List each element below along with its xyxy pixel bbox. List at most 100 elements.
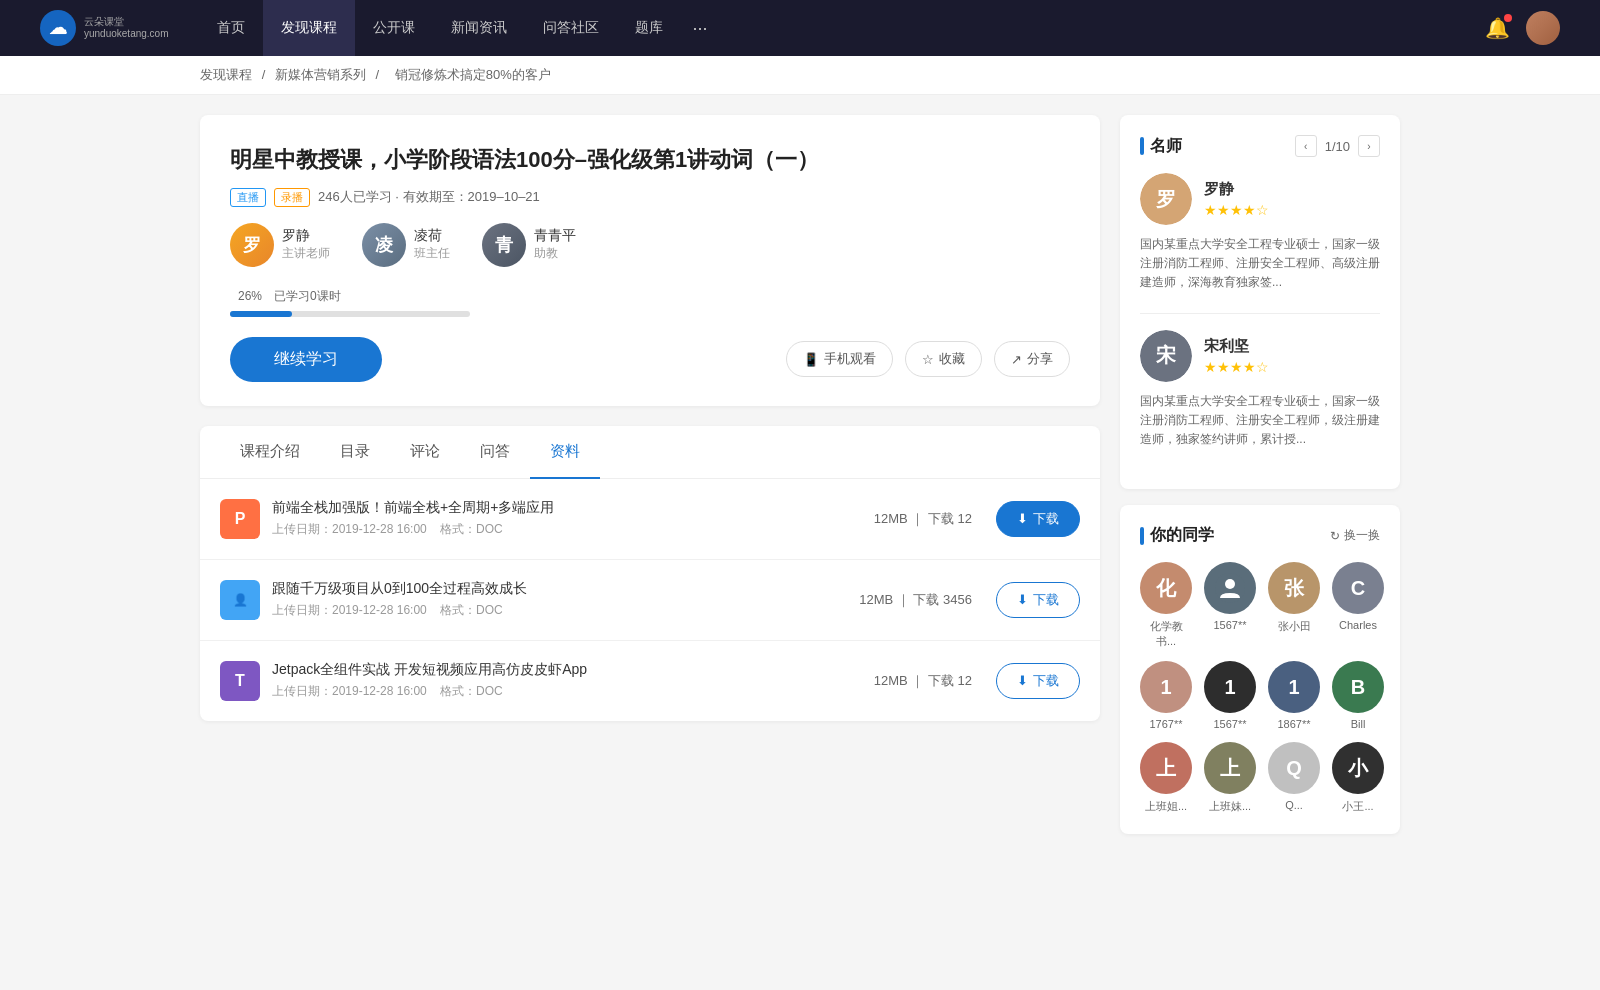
file-meta-3: 上传日期：2019-12-28 16:00 格式：DOC (272, 683, 850, 700)
classmate-1[interactable]: 化 化学教书... (1140, 562, 1192, 649)
classmate-11[interactable]: Q Q... (1268, 742, 1320, 814)
nav-item-discover[interactable]: 发现课程 (263, 0, 355, 56)
nav-item-qa[interactable]: 问答社区 (525, 0, 617, 56)
nav-more-btn[interactable]: ··· (681, 0, 720, 56)
tag-recorded: 录播 (274, 188, 310, 207)
course-title: 明星中教授课，小学阶段语法100分–强化级第1讲动词（一） (230, 145, 1070, 176)
user-avatar[interactable] (1526, 11, 1560, 45)
classmate-8[interactable]: B Bill (1332, 661, 1384, 730)
teacher-3-role: 助教 (534, 245, 576, 262)
teacher-2-role: 班主任 (414, 245, 450, 262)
download-button-1[interactable]: ⬇ 下载 (996, 501, 1080, 537)
logo-sub-text: yunduoketang.com (84, 28, 169, 40)
phone-watch-button[interactable]: 📱 手机观看 (786, 341, 893, 377)
classmate-4-name: Charles (1339, 619, 1377, 631)
teacher-1: 罗 罗静 主讲老师 (230, 223, 330, 267)
nav-item-news[interactable]: 新闻资讯 (433, 0, 525, 56)
classmate-4[interactable]: C Charles (1332, 562, 1384, 649)
classmate-9-avatar: 上 (1140, 742, 1192, 794)
sidebar-teachers-title: 名师 (1140, 136, 1182, 157)
sidebar-teacher-1-name: 罗静 (1204, 180, 1269, 199)
teacher-1-name: 罗静 (282, 227, 330, 245)
nav-item-home[interactable]: 首页 (199, 0, 263, 56)
download-button-2[interactable]: ⬇ 下载 (996, 582, 1080, 618)
nav-item-quiz[interactable]: 题库 (617, 0, 681, 56)
logo-text: 云朵课堂 yunduoketang.com (84, 16, 169, 40)
classmate-5[interactable]: 1 1767** (1140, 661, 1192, 730)
refresh-icon: ↻ (1330, 529, 1340, 543)
tab-qa[interactable]: 问答 (460, 426, 530, 479)
file-info-2: 跟随千万级项目从0到100全过程高效成长 上传日期：2019-12-28 16:… (272, 580, 835, 619)
file-item-2: 👤 跟随千万级项目从0到100全过程高效成长 上传日期：2019-12-28 1… (200, 560, 1100, 641)
logo-icon: ☁ (40, 10, 76, 46)
teacher-2-name: 凌荷 (414, 227, 450, 245)
progress-pct: 26% (238, 289, 262, 303)
phone-icon: 📱 (803, 352, 819, 367)
sidebar-classmates-card: 你的同学 ↻ 换一换 化 化学教书... 1567** (1120, 505, 1400, 834)
classmate-6-avatar: 1 (1204, 661, 1256, 713)
file-date-2: 上传日期：2019-12-28 16:00 (272, 603, 427, 617)
refresh-button[interactable]: ↻ 换一换 (1330, 527, 1380, 544)
tabs-header: 课程介绍 目录 评论 问答 资料 (200, 426, 1100, 479)
bell-button[interactable]: 🔔 (1485, 16, 1510, 40)
file-stats-3: 12MB ｜ 下载 12 (874, 672, 972, 690)
tab-review[interactable]: 评论 (390, 426, 460, 479)
continue-learning-button[interactable]: 继续学习 (230, 337, 382, 382)
nav-right: 🔔 (1485, 11, 1560, 45)
collect-button[interactable]: ☆ 收藏 (905, 341, 982, 377)
classmate-1-name: 化学教书... (1140, 619, 1192, 649)
teachers-next-button[interactable]: › (1358, 135, 1380, 157)
progress-area: 26% 已学习0课时 (230, 287, 1070, 317)
course-meta: 246人已学习 · 有效期至：2019–10–21 (318, 188, 540, 206)
teacher-3: 青 青青平 助教 (482, 223, 576, 267)
classmate-7-avatar: 1 (1268, 661, 1320, 713)
tab-material[interactable]: 资料 (530, 426, 600, 479)
sidebar-teacher-2: 宋 宋利坚 ★★★★☆ 国内某重点大学安全工程专业硕士，国家一级注册消防工程师、… (1140, 330, 1380, 450)
teacher-2: 凌 凌荷 班主任 (362, 223, 450, 267)
file-meta-1: 上传日期：2019-12-28 16:00 格式：DOC (272, 521, 850, 538)
share-button[interactable]: ↗ 分享 (994, 341, 1070, 377)
classmate-10[interactable]: 上 上班妹... (1204, 742, 1256, 814)
sidebar-teacher-2-name: 宋利坚 (1204, 337, 1269, 356)
classmate-9[interactable]: 上 上班姐... (1140, 742, 1192, 814)
file-format-3: 格式：DOC (440, 684, 503, 698)
classmate-3[interactable]: 张 张小田 (1268, 562, 1320, 649)
breadcrumb-current: 销冠修炼术搞定80%的客户 (395, 67, 551, 82)
teacher-2-info: 凌荷 班主任 (414, 227, 450, 262)
classmate-3-avatar: 张 (1268, 562, 1320, 614)
breadcrumb-discover[interactable]: 发现课程 (200, 67, 252, 82)
classmate-5-name: 1767** (1149, 718, 1182, 730)
teachers-prev-button[interactable]: ‹ (1295, 135, 1317, 157)
classmate-7[interactable]: 1 1867** (1268, 661, 1320, 730)
teacher-2-avatar: 凌 (362, 223, 406, 267)
file-name-2: 跟随千万级项目从0到100全过程高效成长 (272, 580, 835, 598)
tab-intro[interactable]: 课程介绍 (220, 426, 320, 479)
share-icon: ↗ (1011, 352, 1022, 367)
tab-catalog[interactable]: 目录 (320, 426, 390, 479)
teacher-1-info: 罗静 主讲老师 (282, 227, 330, 262)
download-icon-1: ⬇ (1017, 511, 1028, 526)
nav-item-open[interactable]: 公开课 (355, 0, 433, 56)
sidebar-teacher-1-desc: 国内某重点大学安全工程专业硕士，国家一级注册消防工程师、注册安全工程师、高级注册… (1140, 235, 1380, 293)
svg-point-1 (1225, 579, 1235, 589)
classmate-11-avatar: Q (1268, 742, 1320, 794)
classmate-12[interactable]: 小 小王... (1332, 742, 1384, 814)
sidebar-teachers-nav: ‹ 1/10 › (1295, 135, 1380, 157)
file-meta-2: 上传日期：2019-12-28 16:00 格式：DOC (272, 602, 835, 619)
classmate-11-name: Q... (1285, 799, 1303, 811)
classmate-5-avatar: 1 (1140, 661, 1192, 713)
classmate-6-name: 1567** (1213, 718, 1246, 730)
download-icon-3: ⬇ (1017, 673, 1028, 688)
tabs-card: 课程介绍 目录 评论 问答 资料 P 前端全栈加强版！前端全栈+全周期+多端应用… (200, 426, 1100, 721)
classmate-6[interactable]: 1 1567** (1204, 661, 1256, 730)
breadcrumb-series[interactable]: 新媒体营销系列 (275, 67, 366, 82)
logo[interactable]: ☁ 云朵课堂 yunduoketang.com (40, 10, 169, 46)
classmate-2[interactable]: 1567** (1204, 562, 1256, 649)
progress-bar-bg (230, 311, 470, 317)
breadcrumb: 发现课程 / 新媒体营销系列 / 销冠修炼术搞定80%的客户 (0, 56, 1600, 95)
divider-1 (1140, 313, 1380, 314)
download-button-3[interactable]: ⬇ 下载 (996, 663, 1080, 699)
course-card: 明星中教授课，小学阶段语法100分–强化级第1讲动词（一） 直播 录播 246人… (200, 115, 1100, 406)
classmate-7-name: 1867** (1277, 718, 1310, 730)
classmate-12-avatar: 小 (1332, 742, 1384, 794)
